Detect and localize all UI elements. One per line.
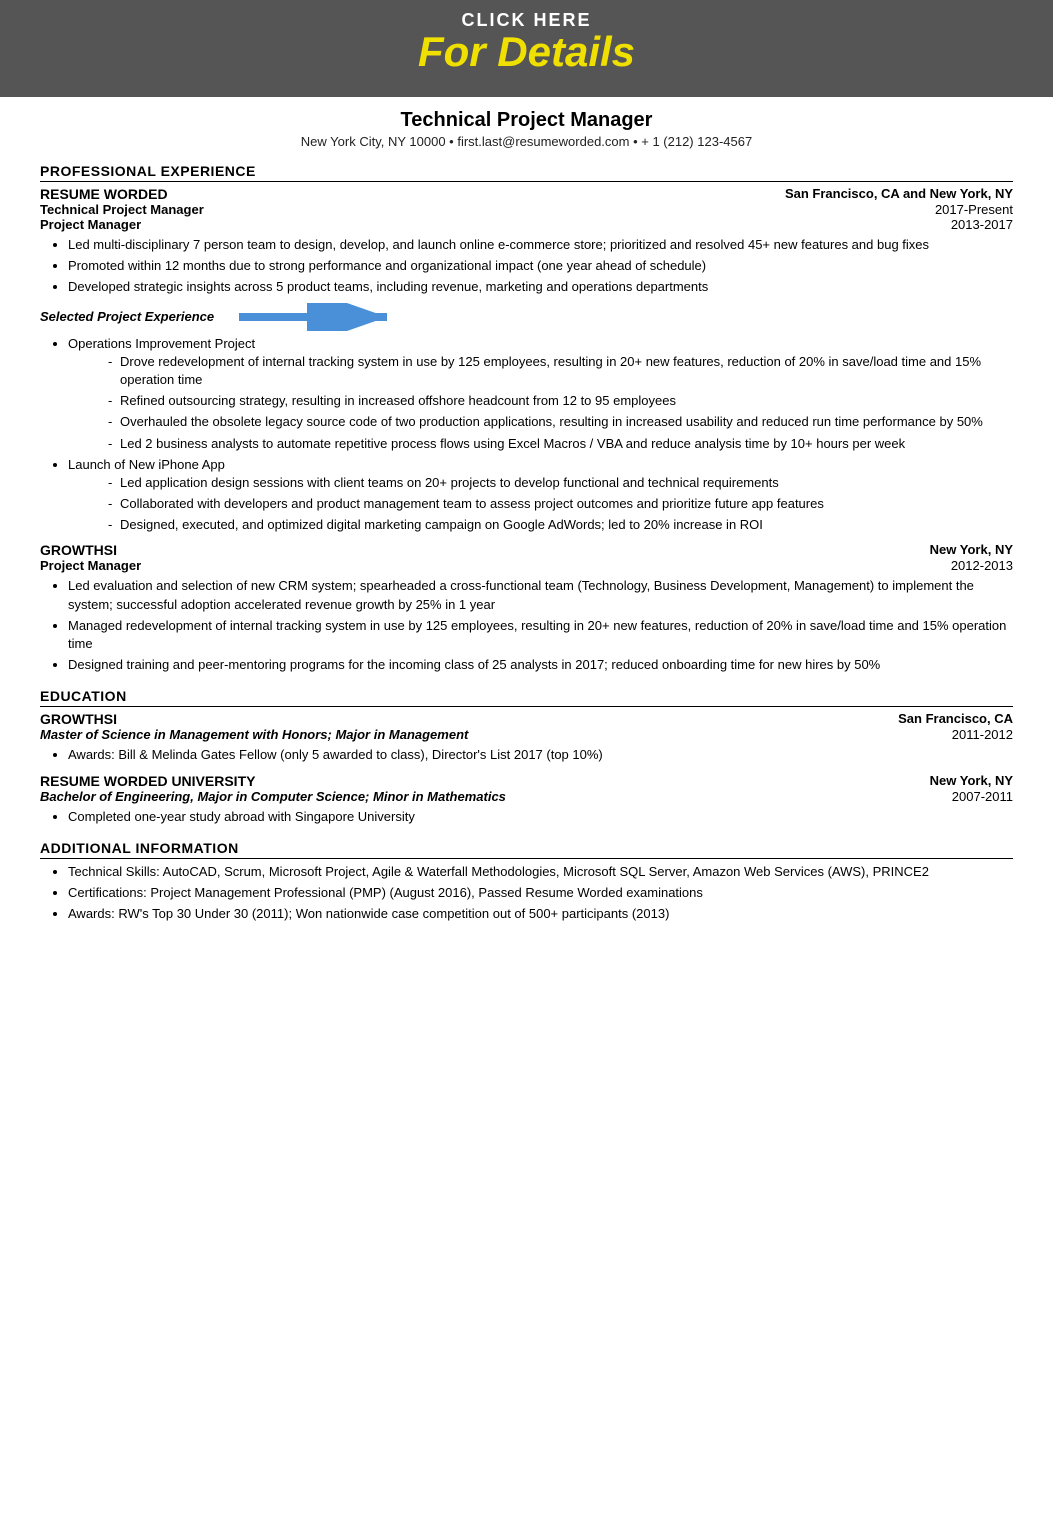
bullet-item: Designed training and peer-mentoring pro… — [68, 656, 1013, 674]
section-education: EDUCATION — [40, 688, 1013, 707]
resume-contact: New York City, NY 10000 • first.last@res… — [40, 134, 1013, 149]
bullet-item: Led evaluation and selection of new CRM … — [68, 577, 1013, 613]
resume-body: Technical Project Manager New York City,… — [0, 97, 1053, 946]
bullet-item: Promoted within 12 months due to strong … — [68, 257, 1013, 275]
blue-arrow-icon — [239, 303, 399, 331]
header-banner[interactable]: CLICK HERE For Details FIRST LAST — [0, 0, 1053, 97]
school-rwu-bullets: Completed one-year study abroad with Sin… — [68, 808, 1013, 826]
bullet-item: Developed strategic insights across 5 pr… — [68, 278, 1013, 296]
job-resume-worded: RESUME WORDED San Francisco, CA and New … — [40, 186, 1013, 534]
sub-bullet: Led 2 business analysts to automate repe… — [108, 435, 1013, 453]
school-degree-growthsi: Master of Science in Management with Hon… — [40, 727, 952, 742]
school-name-rwu: RESUME WORDED UNIVERSITY — [40, 773, 930, 789]
school-growthsi-bullets: Awards: Bill & Melinda Gates Fellow (onl… — [68, 746, 1013, 764]
school-dates-rwu: 2007-2011 — [952, 789, 1013, 804]
sub-bullet: Collaborated with developers and product… — [108, 495, 1013, 513]
sub-bullet: Refined outsourcing strategy, resulting … — [108, 392, 1013, 410]
job-growthsi: GROWTHSI New York, NY Project Manager 20… — [40, 542, 1013, 674]
company-name-growthsi: GROWTHSI — [40, 542, 930, 558]
project-title-iphone: Launch of New iPhone App Led application… — [68, 456, 1013, 535]
growthsi-job-title: Project Manager — [40, 558, 951, 573]
ops-sub-bullets: Drove redevelopment of internal tracking… — [108, 353, 1013, 453]
additional-bullet-certs: Certifications: Project Management Profe… — [68, 884, 1013, 902]
section-additional: ADDITIONAL INFORMATION — [40, 840, 1013, 859]
additional-bullets: Technical Skills: AutoCAD, Scrum, Micros… — [68, 863, 1013, 924]
bullet-item: Led multi-disciplinary 7 person team to … — [68, 236, 1013, 254]
additional-bullet-skills: Technical Skills: AutoCAD, Scrum, Micros… — [68, 863, 1013, 881]
school-location-rwu: New York, NY — [930, 773, 1013, 788]
school-dates-growthsi: 2011-2012 — [952, 727, 1013, 742]
growthsi-bullets: Led evaluation and selection of new CRM … — [68, 577, 1013, 674]
job-rw-bullets: Led multi-disciplinary 7 person team to … — [68, 236, 1013, 297]
sub-bullet: Overhauled the obsolete legacy source co… — [108, 413, 1013, 431]
company-name-resume-worded: RESUME WORDED — [40, 186, 785, 202]
name-overlay: FIRST LAST — [0, 65, 1053, 91]
school-rw-university: RESUME WORDED UNIVERSITY New York, NY Ba… — [40, 773, 1013, 826]
company-location-growthsi: New York, NY — [930, 542, 1013, 557]
bullet-item: Completed one-year study abroad with Sin… — [68, 808, 1013, 826]
additional-bullet-awards: Awards: RW's Top 30 Under 30 (2011); Won… — [68, 905, 1013, 923]
school-degree-rwu: Bachelor of Engineering, Major in Comput… — [40, 789, 952, 804]
job-date-2: 2013-2017 — [951, 217, 1013, 232]
sub-bullet: Led application design sessions with cli… — [108, 474, 1013, 492]
bullet-item: Managed redevelopment of internal tracki… — [68, 617, 1013, 653]
school-location-growthsi: San Francisco, CA — [898, 711, 1013, 726]
selected-project-header: Selected Project Experience — [40, 303, 1013, 331]
section-professional-experience: PROFESSIONAL EXPERIENCE — [40, 163, 1013, 182]
job-title-1: Technical Project Manager — [40, 202, 935, 217]
sub-bullet: Drove redevelopment of internal tracking… — [108, 353, 1013, 389]
sub-bullet: Designed, executed, and optimized digita… — [108, 516, 1013, 534]
growthsi-job-date: 2012-2013 — [951, 558, 1013, 573]
bullet-item: Awards: Bill & Melinda Gates Fellow (onl… — [68, 746, 1013, 764]
resume-name: Technical Project Manager — [40, 109, 1013, 132]
job-date-1: 2017-Present — [935, 202, 1013, 217]
iphone-sub-bullets: Led application design sessions with cli… — [108, 474, 1013, 535]
project-title-ops: Operations Improvement Project Drove red… — [68, 335, 1013, 453]
company-location-resume-worded: San Francisco, CA and New York, NY — [785, 186, 1013, 201]
job-title-2: Project Manager — [40, 217, 951, 232]
school-name-growthsi: GROWTHSI — [40, 711, 898, 727]
school-growthsi: GROWTHSI San Francisco, CA Master of Sci… — [40, 711, 1013, 764]
project-ops-list: Operations Improvement Project Drove red… — [68, 335, 1013, 535]
